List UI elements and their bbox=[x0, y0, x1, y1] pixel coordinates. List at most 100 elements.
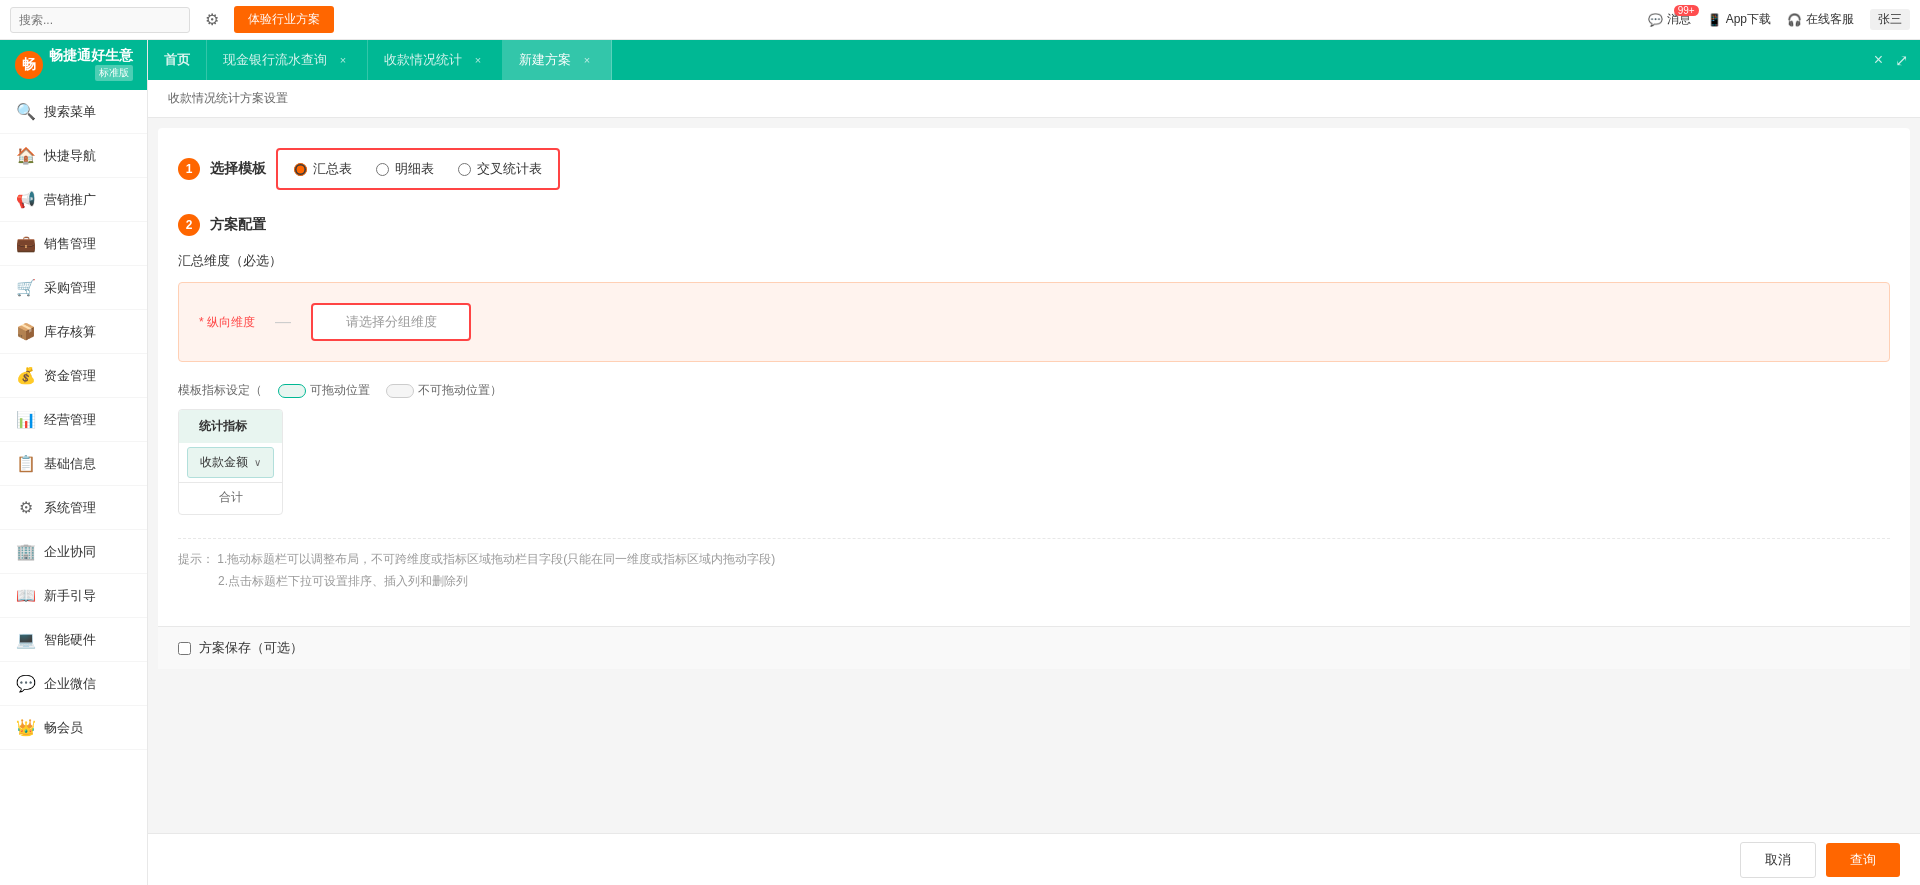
indicator-tag-label: 收款金额 bbox=[200, 454, 248, 471]
radio-detail-input[interactable] bbox=[376, 163, 389, 176]
dim-grid: * 纵向维度 — 请选择分组维度 bbox=[178, 282, 1890, 362]
dim-section: 汇总维度（必选） * 纵向维度 — 请选择分组维度 bbox=[178, 252, 1890, 362]
breadcrumb: 收款情况统计方案设置 bbox=[148, 80, 1920, 118]
radio-summary-label[interactable]: 汇总表 bbox=[313, 160, 352, 178]
tab-home[interactable]: 首页 bbox=[148, 40, 207, 80]
tab-home-label: 首页 bbox=[164, 51, 190, 69]
radio-cross[interactable]: 交叉统计表 bbox=[458, 160, 542, 178]
radio-cross-label[interactable]: 交叉统计表 bbox=[477, 160, 542, 178]
step1-badge: 1 bbox=[178, 158, 200, 180]
dropdown-icon: ∨ bbox=[254, 457, 261, 468]
indicator-footer: 合计 bbox=[179, 482, 282, 514]
step1-title: 选择模板 bbox=[210, 160, 266, 178]
sidebar-label: 新手引导 bbox=[44, 587, 96, 605]
radio-detail[interactable]: 明细表 bbox=[376, 160, 434, 178]
message-badge: 99+ bbox=[1674, 5, 1699, 16]
tab-new-plan-close[interactable]: × bbox=[579, 52, 595, 68]
logo-icon: 畅 bbox=[15, 51, 43, 79]
tab-expand-icon[interactable]: ⤢ bbox=[1893, 49, 1910, 72]
sidebar-label: 系统管理 bbox=[44, 499, 96, 517]
step2-badge: 2 bbox=[178, 214, 200, 236]
header-left: ⚙ 体验行业方案 bbox=[10, 6, 1648, 34]
sidebar-item-purchase[interactable]: 🛒 采购管理 bbox=[0, 266, 147, 310]
hardware-icon: 💻 bbox=[16, 630, 36, 649]
tab-cashflow-close[interactable]: × bbox=[335, 52, 351, 68]
tab-cashflow-label: 现金银行流水查询 bbox=[223, 51, 327, 69]
search-icon: 🔍 bbox=[16, 102, 36, 121]
sidebar-label: 采购管理 bbox=[44, 279, 96, 297]
sidebar-item-enterprise[interactable]: 🏢 企业协同 bbox=[0, 530, 147, 574]
industry-btn[interactable]: 体验行业方案 bbox=[234, 6, 334, 33]
member-icon: 👑 bbox=[16, 718, 36, 737]
sales-icon: 💼 bbox=[16, 234, 36, 253]
tab-close-all-icon[interactable]: × bbox=[1872, 49, 1885, 71]
sidebar-item-sales[interactable]: 💼 销售管理 bbox=[0, 222, 147, 266]
edition-badge: 标准版 bbox=[95, 65, 133, 81]
step1-section: 1 选择模板 汇总表 明细表 bbox=[178, 148, 1890, 190]
radio-summary-input[interactable] bbox=[294, 163, 307, 176]
save-option: 方案保存（可选） bbox=[158, 626, 1910, 669]
sidebar-item-member[interactable]: 👑 畅会员 bbox=[0, 706, 147, 750]
sidebar-label: 资金管理 bbox=[44, 367, 96, 385]
sidebar-item-finance[interactable]: 💰 资金管理 bbox=[0, 354, 147, 398]
cancel-button[interactable]: 取消 bbox=[1740, 842, 1816, 878]
draggable-hint-box bbox=[278, 384, 306, 398]
tab-receipt-close[interactable]: × bbox=[470, 52, 486, 68]
dim-arrow-icon: — bbox=[275, 313, 291, 331]
download-btn[interactable]: 📱 App下载 bbox=[1707, 11, 1771, 28]
bottom-bar: 取消 查询 bbox=[148, 833, 1920, 885]
sidebar-logo: 畅 畅捷通好生意 标准版 bbox=[0, 40, 147, 90]
sidebar-label: 库存核算 bbox=[44, 323, 96, 341]
header-right: 💬 消息 99+ 📱 App下载 🎧 在线客服 张三 bbox=[1648, 9, 1910, 30]
sidebar-label: 企业协同 bbox=[44, 543, 96, 561]
gear-icon[interactable]: ⚙ bbox=[198, 6, 226, 34]
indicator-table-header: 统计指标 bbox=[179, 410, 282, 443]
sidebar-label: 销售管理 bbox=[44, 235, 96, 253]
basic-info-icon: 📋 bbox=[16, 454, 36, 473]
indicator-hint: 模板指标设定（ 可拖动位置 不可拖动位置） bbox=[178, 382, 1890, 399]
sidebar-item-operations[interactable]: 📊 经营管理 bbox=[0, 398, 147, 442]
sidebar-item-guide[interactable]: 📖 新手引导 bbox=[0, 574, 147, 618]
service-btn[interactable]: 🎧 在线客服 bbox=[1787, 11, 1854, 28]
sidebar-item-system[interactable]: ⚙ 系统管理 bbox=[0, 486, 147, 530]
confirm-button[interactable]: 查询 bbox=[1826, 843, 1900, 877]
sidebar-label: 营销推广 bbox=[44, 191, 96, 209]
tab-new-plan[interactable]: 新建方案 × bbox=[503, 40, 612, 80]
service-label: 在线客服 bbox=[1806, 11, 1854, 28]
tab-cashflow[interactable]: 现金银行流水查询 × bbox=[207, 40, 368, 80]
inventory-icon: 📦 bbox=[16, 322, 36, 341]
sidebar-item-quicknav[interactable]: 🏠 快捷导航 bbox=[0, 134, 147, 178]
save-checkbox[interactable] bbox=[178, 642, 191, 655]
page-content: 收款情况统计方案设置 1 选择模板 汇总表 bbox=[148, 80, 1920, 885]
radio-cross-input[interactable] bbox=[458, 163, 471, 176]
radio-summary[interactable]: 汇总表 bbox=[294, 160, 352, 178]
indicator-hint-prefix: 模板指标设定（ bbox=[178, 382, 262, 399]
sidebar-item-inventory[interactable]: 📦 库存核算 bbox=[0, 310, 147, 354]
sidebar-label: 基础信息 bbox=[44, 455, 96, 473]
step2-header: 2 方案配置 bbox=[178, 214, 1890, 236]
message-btn[interactable]: 💬 消息 99+ bbox=[1648, 11, 1691, 28]
tab-receipt-label: 收款情况统计 bbox=[384, 51, 462, 69]
sidebar-item-marketing[interactable]: 📢 营销推广 bbox=[0, 178, 147, 222]
indicator-tag-amount[interactable]: 收款金额 ∨ bbox=[187, 447, 274, 478]
marketing-icon: 📢 bbox=[16, 190, 36, 209]
sidebar-item-wechat[interactable]: 💬 企业微信 bbox=[0, 662, 147, 706]
sidebar-label: 快捷导航 bbox=[44, 147, 96, 165]
system-icon: ⚙ bbox=[16, 498, 36, 517]
save-label[interactable]: 方案保存（可选） bbox=[199, 639, 303, 657]
dim-select-box[interactable]: 请选择分组维度 bbox=[311, 303, 471, 341]
sidebar-item-basic-info[interactable]: 📋 基础信息 bbox=[0, 442, 147, 486]
step2-title: 方案配置 bbox=[210, 216, 266, 234]
operations-icon: 📊 bbox=[16, 410, 36, 429]
tab-receipt[interactable]: 收款情况统计 × bbox=[368, 40, 503, 80]
sidebar-item-search[interactable]: 🔍 搜索菜单 bbox=[0, 90, 147, 134]
tip-2: 2.点击标题栏下拉可设置排序、插入列和删除列 bbox=[178, 571, 1890, 593]
username-display: 张三 bbox=[1870, 9, 1910, 30]
search-input[interactable] bbox=[10, 7, 190, 33]
radio-detail-label[interactable]: 明细表 bbox=[395, 160, 434, 178]
tab-bar-actions: × ⤢ bbox=[1862, 40, 1920, 80]
indicator-table: 统计指标 收款金额 ∨ 合计 bbox=[178, 409, 283, 515]
message-icon: 💬 bbox=[1648, 13, 1663, 27]
tab-bar: 首页 现金银行流水查询 × 收款情况统计 × 新建方案 × × ⤢ bbox=[148, 40, 1920, 80]
sidebar-item-hardware[interactable]: 💻 智能硬件 bbox=[0, 618, 147, 662]
